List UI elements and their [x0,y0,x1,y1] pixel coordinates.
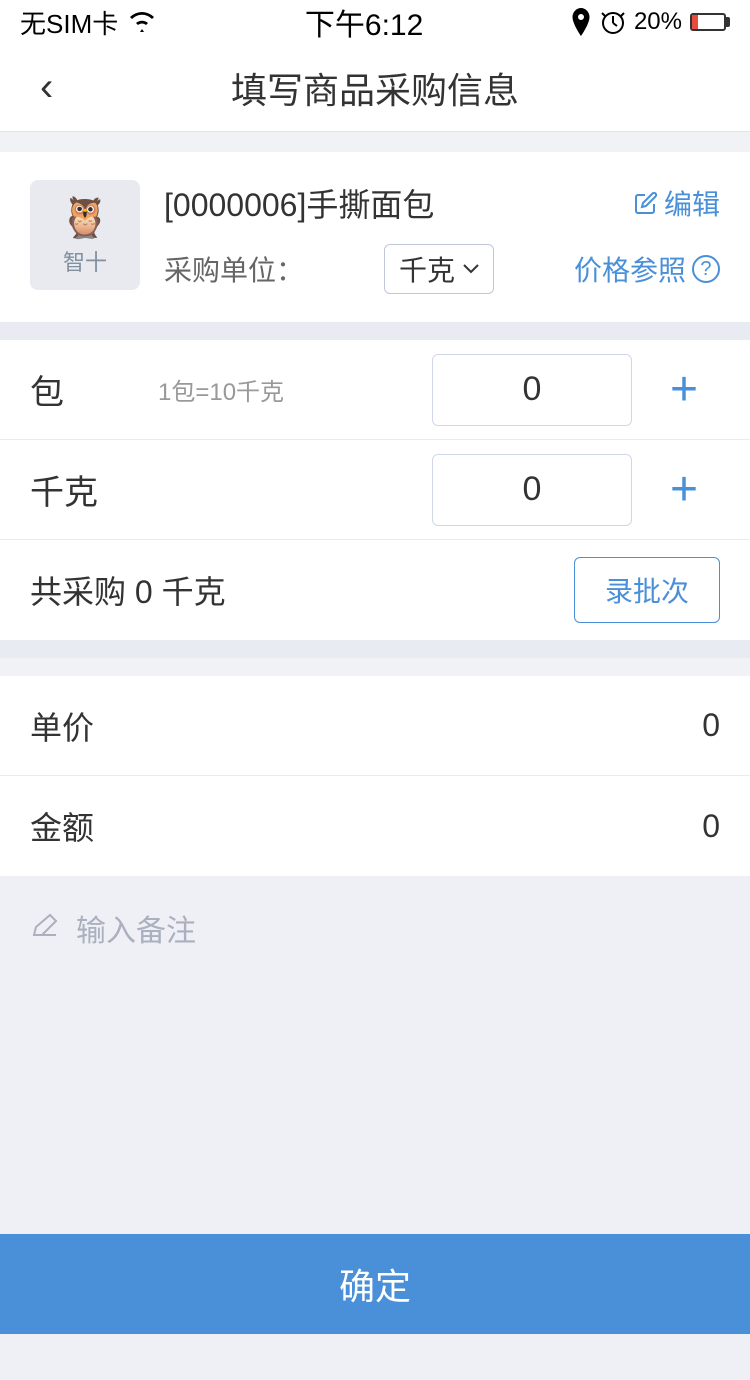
price-label-unit: 单价 [30,703,94,749]
product-thumb-label: 智十 [63,245,107,277]
product-thumbnail: 🦉 智十 [30,180,140,290]
note-section[interactable]: 输入备注 [0,876,750,980]
quantity-sub-label-bag: 1包=10千克 [158,372,284,407]
price-label-amount: 金额 [30,803,94,849]
price-ref-button[interactable]: 价格参照 ? [574,249,720,289]
quantity-input-kg[interactable] [432,454,632,526]
product-card: 🦉 智十 [0000006]手撕面包 编辑 采购单位： 千克 价格参照 ? [0,152,750,322]
status-bar: 无SIM卡 下午6:12 20% [0,0,750,44]
separator-2 [0,640,750,658]
battery-percent: 20% [634,8,682,36]
chevron-down-icon [463,264,479,274]
batch-button[interactable]: 录批次 [574,557,720,623]
price-section: 单价 0 金额 0 [0,676,750,876]
plus-button-bag[interactable]: + [648,354,720,426]
alarm-icon [600,8,626,36]
quantity-input-bag[interactable] [432,354,632,426]
product-thumb-icon: 🦉 [60,194,110,241]
price-value-amount: 0 [702,808,720,845]
edit-icon [634,191,658,215]
sim-text: 无SIM卡 [20,4,118,41]
summary-prefix: 共采购 [30,574,126,610]
help-icon: ? [692,255,720,283]
back-button[interactable]: ‹ [30,55,63,120]
quantity-input-wrap-bag: + [284,354,720,426]
product-name: [0000006]手撕面包 [164,180,434,226]
summary-value: 0 [135,574,153,610]
separator-1 [0,322,750,340]
quantity-label-kg: 千克 [30,465,150,514]
summary-row: 共采购 0 千克 录批次 [0,540,750,640]
edit-button[interactable]: 编辑 [634,183,720,223]
nav-bar: ‹ 填写商品采购信息 [0,44,750,132]
edit-label: 编辑 [664,183,720,223]
quantity-section: 包 1包=10千克 + 千克 + [0,340,750,540]
product-info: [0000006]手撕面包 编辑 采购单位： 千克 价格参照 ? [164,180,720,294]
quantity-row-bag: 包 1包=10千克 + [0,340,750,440]
product-code: [0000006] [164,187,306,223]
unit-select[interactable]: 千克 [384,244,494,294]
summary-unit: 千克 [162,574,226,610]
location-icon [570,8,592,36]
unit-label-prefix: 采购单位： [164,249,304,289]
quantity-label-bag: 包 [30,365,150,414]
plus-button-kg[interactable]: + [648,454,720,526]
status-right: 20% [570,8,730,36]
product-name-row: [0000006]手撕面包 编辑 [164,180,720,226]
price-ref-label: 价格参照 [574,249,686,289]
product-unit-row: 采购单位： 千克 价格参照 ? [164,244,720,294]
confirm-button[interactable]: 确定 [0,1234,750,1334]
note-placeholder: 输入备注 [76,906,196,950]
price-value-unit: 0 [702,707,720,744]
quantity-row-kg: 千克 + [0,440,750,540]
status-left: 无SIM卡 [20,4,158,41]
price-row-amount: 金额 0 [0,776,750,876]
price-row-unit: 单价 0 [0,676,750,776]
unit-value: 千克 [399,249,455,289]
pencil-icon [30,913,60,943]
quantity-input-wrap-kg: + [150,454,720,526]
summary-text: 共采购 0 千克 [30,567,226,613]
product-name-text: 手撕面包 [306,187,434,223]
wifi-icon [126,11,158,33]
page-title: 填写商品采购信息 [231,62,519,114]
battery-icon [690,13,730,31]
status-time: 下午6:12 [305,0,423,44]
